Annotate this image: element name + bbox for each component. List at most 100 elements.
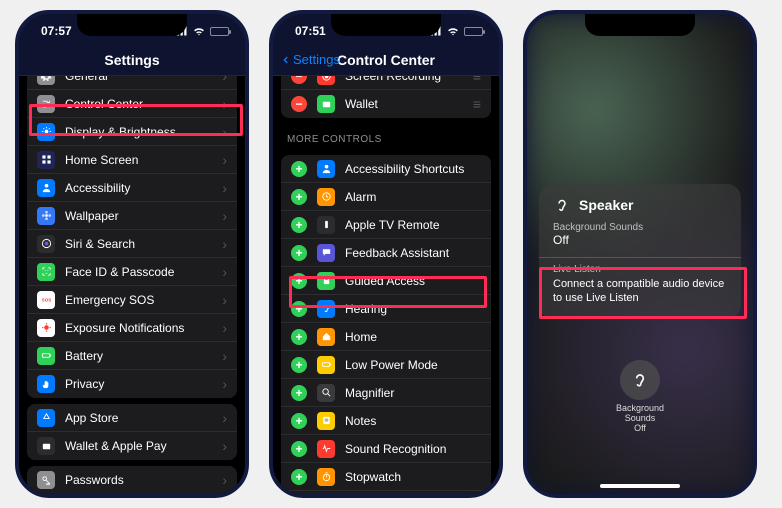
chevron-right-icon: › (222, 438, 227, 454)
control-row[interactable]: +Apple TV Remote (281, 211, 491, 239)
settings-list[interactable]: General›Control Center›Display & Brightn… (19, 76, 245, 494)
settings-row[interactable]: Display & Brightness› (27, 118, 237, 146)
key-icon (37, 471, 55, 489)
row-label: Guided Access (345, 274, 481, 288)
control-row[interactable]: +Home (281, 323, 491, 351)
nav-bar: Settings Control Center (273, 44, 499, 76)
remove-button[interactable]: − (291, 96, 307, 112)
row-label: Alarm (345, 190, 481, 204)
settings-row[interactable]: App Store› (27, 404, 237, 432)
add-button[interactable]: + (291, 441, 307, 457)
add-button[interactable]: + (291, 161, 307, 177)
notch (585, 14, 695, 36)
row-label: Home Screen (65, 153, 212, 167)
chevron-right-icon: › (222, 376, 227, 392)
control-row[interactable]: +Low Power Mode (281, 351, 491, 379)
ear-icon (553, 196, 571, 214)
live-listen-text: Connect a compatible audio device to use… (553, 277, 727, 306)
settings-row[interactable]: Privacy › (27, 370, 237, 398)
settings-row[interactable]: Accessibility› (27, 174, 237, 202)
wallet-icon (37, 437, 55, 455)
wave-icon (317, 440, 335, 458)
notch (77, 14, 187, 36)
back-button[interactable]: Settings (281, 52, 340, 67)
settings-row[interactable]: Passwords› (27, 466, 237, 494)
home-icon (317, 328, 335, 346)
chevron-right-icon: › (222, 236, 227, 252)
add-button[interactable]: + (291, 469, 307, 485)
phone-hearing-panel: Speaker Background Sounds Off Live Liste… (523, 10, 757, 498)
add-button[interactable]: + (291, 413, 307, 429)
wallet-icon (317, 95, 335, 113)
chevron-right-icon: › (222, 292, 227, 308)
background-sounds-value[interactable]: Off (553, 233, 727, 247)
control-row[interactable]: +Hearing (281, 295, 491, 323)
row-label: Display & Brightness (65, 125, 212, 139)
faceid-icon (37, 263, 55, 281)
page-title: Control Center (337, 52, 435, 68)
control-row[interactable]: + Stopwatch (281, 463, 491, 491)
background-sounds-button[interactable]: Background Sounds Off (616, 360, 664, 434)
row-label: Battery (65, 349, 212, 363)
sos-icon (37, 291, 55, 309)
add-button[interactable]: + (291, 329, 307, 345)
row-label: Face ID & Passcode (65, 265, 212, 279)
live-listen-label: Live Listen (553, 264, 727, 275)
home-indicator[interactable] (600, 484, 680, 488)
control-row[interactable]: +Feedback Assistant (281, 239, 491, 267)
grid-icon (37, 151, 55, 169)
add-button[interactable]: + (291, 189, 307, 205)
control-row[interactable]: +Sound Recognition (281, 435, 491, 463)
control-row[interactable]: +Magnifier (281, 379, 491, 407)
control-row[interactable]: + Guided Access (281, 267, 491, 295)
control-row[interactable]: +Text Size (281, 491, 491, 494)
add-button[interactable]: + (291, 357, 307, 373)
settings-row[interactable]: Wallet & Apple Pay› (27, 432, 237, 460)
note-icon (317, 412, 335, 430)
search-icon (317, 384, 335, 402)
control-center-list[interactable]: −Screen Recording≡−Wallet≡MORE CONTROLS+… (273, 76, 499, 494)
settings-row[interactable]: Control Center› (27, 90, 237, 118)
add-button[interactable]: + (291, 301, 307, 317)
person-icon (317, 160, 335, 178)
chevron-right-icon: › (222, 152, 227, 168)
settings-row[interactable]: Siri & Search› (27, 230, 237, 258)
row-label: App Store (65, 411, 212, 425)
settings-row[interactable]: Battery› (27, 342, 237, 370)
lock-icon (317, 272, 335, 290)
settings-row[interactable]: Home Screen › (27, 146, 237, 174)
nav-bar: Settings (19, 44, 245, 76)
settings-row[interactable]: Exposure Notifications› (27, 314, 237, 342)
control-row[interactable]: −Screen Recording≡ (281, 76, 491, 90)
add-button[interactable]: + (291, 217, 307, 233)
reorder-handle[interactable]: ≡ (473, 76, 481, 84)
row-label: Stopwatch (345, 470, 481, 484)
clock-icon (317, 188, 335, 206)
hearing-card: Speaker Background Sounds Off Live Liste… (539, 184, 741, 319)
remove-button[interactable]: − (291, 76, 307, 84)
chevron-right-icon: › (222, 180, 227, 196)
add-button[interactable]: + (291, 245, 307, 261)
control-row[interactable]: +Notes (281, 407, 491, 435)
battery-icon (464, 27, 483, 36)
control-row[interactable]: +Accessibility Shortcuts (281, 155, 491, 183)
row-label: Privacy (65, 377, 212, 391)
add-button[interactable]: + (291, 385, 307, 401)
phone-control-center: 07:51 Settings Control Center −Screen Re… (269, 10, 503, 498)
settings-row[interactable]: Face ID & Passcode› (27, 258, 237, 286)
settings-row[interactable]: Emergency SOS › (27, 286, 237, 314)
row-label: Control Center (65, 97, 212, 111)
card-title: Speaker (579, 197, 633, 213)
settings-row[interactable]: General› (27, 76, 237, 90)
page-title: Settings (104, 52, 159, 68)
stopwatch-icon (317, 468, 335, 486)
add-button[interactable]: + (291, 273, 307, 289)
siri-icon (37, 235, 55, 253)
row-label: Emergency SOS (65, 293, 212, 307)
control-row[interactable]: −Wallet≡ (281, 90, 491, 118)
phone-settings: 07:57 Settings General›Control Center›Di… (15, 10, 249, 498)
settings-row[interactable]: Wallpaper› (27, 202, 237, 230)
reorder-handle[interactable]: ≡ (473, 96, 481, 112)
control-row[interactable]: + Alarm (281, 183, 491, 211)
back-label: Settings (293, 52, 340, 67)
